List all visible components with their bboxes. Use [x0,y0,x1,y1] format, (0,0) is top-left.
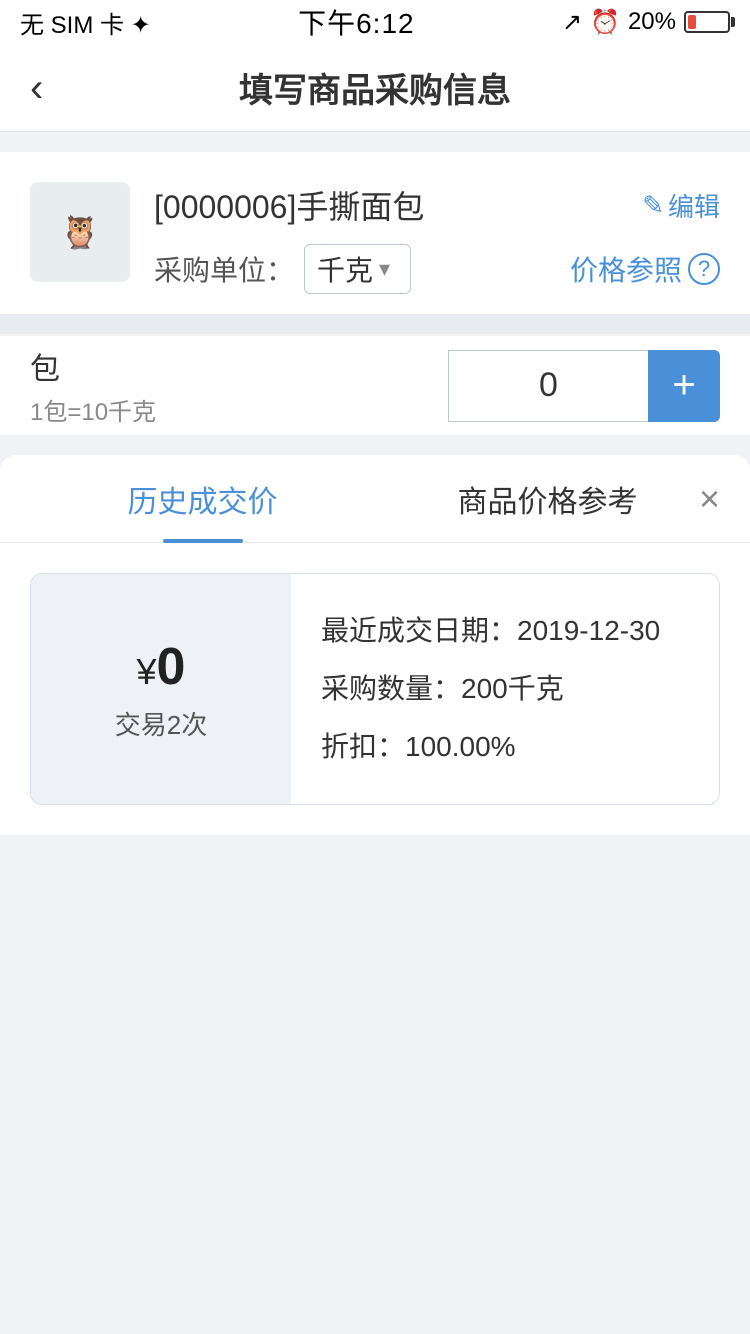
product-unit-row: 采购单位： 千克 ▾ 价格参照 ? [154,244,720,294]
quantity-value: 0 [539,366,558,405]
tab-history-price[interactable]: 历史成交价 [30,455,375,543]
alarm-icon: ⏰ [590,8,620,37]
product-info: [0000006]手撕面包 ✎ 编辑 采购单位： 千克 ▾ 价格参照 ? [154,182,720,294]
increment-button[interactable]: + [648,350,720,422]
currency-symbol: ¥ [137,651,157,692]
tab-product-price-ref[interactable]: 商品价格参考 [375,455,720,543]
qty-conversion: 1包=10千克 [30,392,156,427]
history-card: ¥0 交易2次 最近成交日期：2019-12-30 采购数量：200千克 折扣：… [30,573,720,805]
history-right: 最近成交日期：2019-12-30 采购数量：200千克 折扣：100.00% [291,574,719,804]
back-button[interactable]: ‹ [30,68,43,108]
discount-value: 100.00% [405,731,516,762]
status-bar: 无 SIM 卡 ✦ 下午6:12 ↗ ⏰ 20% [0,0,750,44]
recent-date-label: 最近成交日期： [321,615,517,646]
quantity-input[interactable]: 0 [448,350,648,422]
quantity-control: 0 + [448,350,720,422]
purchase-qty-label: 采购数量： [321,673,461,704]
discount-row: 折扣：100.00% [321,726,689,768]
price-value: 0 [157,638,186,696]
edit-button[interactable]: ✎ 编辑 [642,187,720,224]
discount-label: 折扣： [321,731,405,762]
recent-date-value: 2019-12-30 [517,615,660,646]
product-thumbnail-icon: 🦉 [60,213,100,251]
history-left: ¥0 交易2次 [31,574,291,804]
quantity-label: 包 1包=10千克 [30,344,156,427]
unit-value: 千克 [317,249,373,289]
tab-price-ref-label: 商品价格参考 [458,477,638,521]
close-button[interactable]: × [699,481,720,517]
status-time: 下午6:12 [298,2,415,42]
transaction-count: 交易2次 [115,705,207,742]
purchase-qty-row: 采购数量：200千克 [321,668,689,710]
nav-bar: ‹ 填写商品采购信息 [0,44,750,132]
price-ref-button[interactable]: 价格参照 ? [570,249,720,289]
tab-active-indicator [163,539,243,543]
product-name: [0000006]手撕面包 [154,182,424,228]
page-title: 填写商品采购信息 [239,63,511,112]
purchase-qty-value: 200千克 [461,673,564,704]
separator-bar [0,314,750,334]
product-image: 🦉 [30,182,130,282]
price-ref-label: 价格参照 [570,249,682,289]
qty-unit-name: 包 [30,344,156,388]
tabs-bar: 历史成交价 商品价格参考 × [0,455,750,543]
battery-icon [684,11,730,33]
status-right: ↗ ⏰ 20% [562,8,730,37]
unit-select[interactable]: 千克 ▾ [304,244,411,294]
chevron-down-icon: ▾ [379,256,390,282]
location-icon: ↗ [562,8,582,37]
question-icon: ? [688,253,720,285]
recent-date-row: 最近成交日期：2019-12-30 [321,610,689,652]
history-content: ¥0 交易2次 最近成交日期：2019-12-30 采购数量：200千克 折扣：… [0,543,750,835]
status-left: 无 SIM 卡 ✦ [20,5,151,40]
battery-percent: 20% [628,8,676,36]
sim-wifi-label: 无 SIM 卡 ✦ [20,5,151,40]
bottom-panel: 历史成交价 商品价格参考 × ¥0 交易2次 最近成交日期：2019-12-30… [0,455,750,835]
battery-fill [688,15,696,29]
product-card: 🦉 [0000006]手撕面包 ✎ 编辑 采购单位： 千克 ▾ [0,152,750,314]
tab-history-label: 历史成交价 [128,477,278,521]
edit-label: 编辑 [668,187,720,224]
quantity-section: 包 1包=10千克 0 + [0,335,750,435]
product-top: 🦉 [0000006]手撕面包 ✎ 编辑 采购单位： 千克 ▾ [30,182,720,294]
product-name-row: [0000006]手撕面包 ✎ 编辑 [154,182,720,228]
history-price: ¥0 [137,637,186,697]
edit-icon: ✎ [642,190,664,221]
unit-label: 采购单位： [154,249,294,289]
